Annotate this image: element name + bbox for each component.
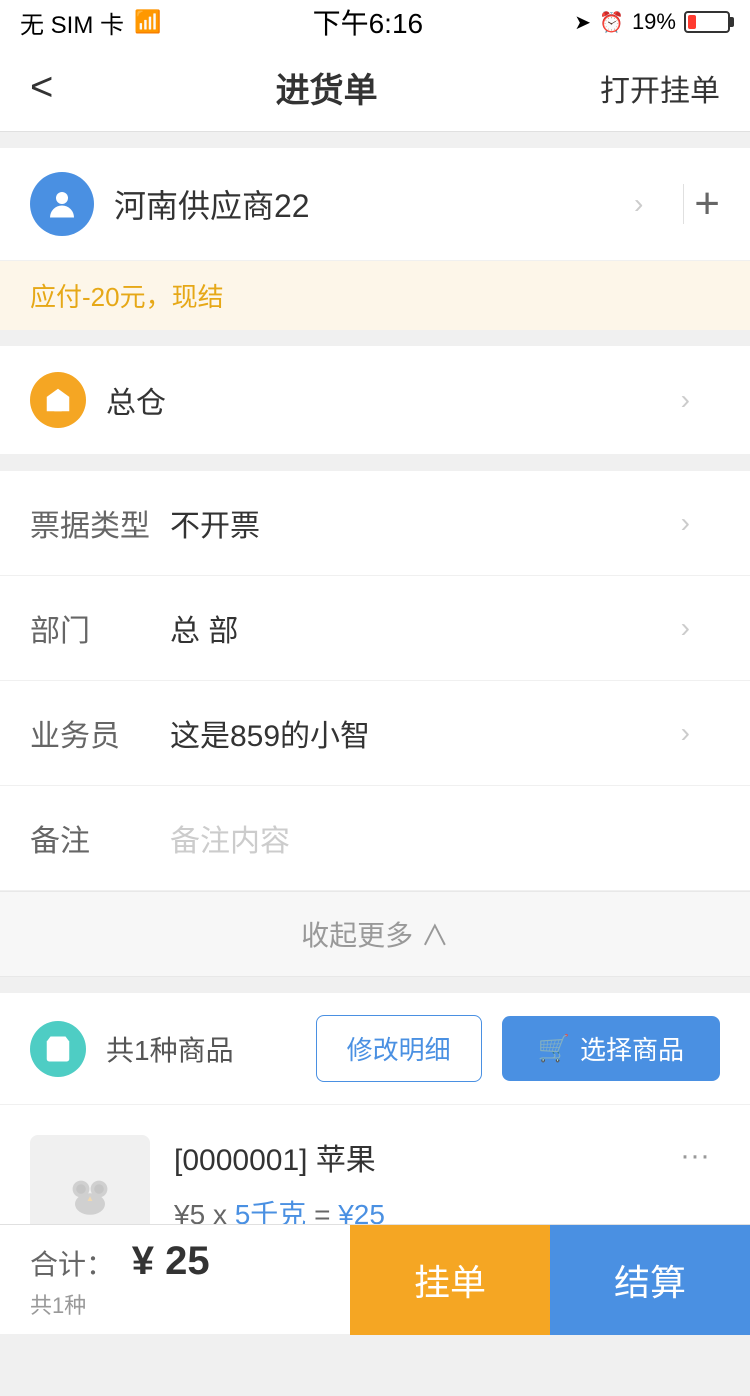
warehouse-row[interactable]: 总仓 › — [0, 346, 750, 455]
collapse-label: 收起更多 ∧ — [301, 914, 449, 954]
time-label: 下午6:16 — [313, 2, 424, 42]
page-title: 进货单 — [276, 63, 378, 112]
salesperson-chevron-icon: › — [681, 717, 690, 749]
vertical-divider — [683, 184, 684, 224]
warehouse-name: 总仓 — [106, 378, 681, 422]
department-label: 部门 — [30, 606, 170, 650]
section-gap-4 — [0, 977, 750, 993]
section-gap-2 — [0, 330, 750, 346]
back-button[interactable]: < — [30, 65, 53, 110]
remark-row[interactable]: 备注 备注内容 — [0, 786, 750, 891]
battery-percent: 19% — [632, 9, 676, 35]
product-name: [0000001] 苹果 — [174, 1135, 646, 1179]
department-value: 总 部 — [170, 606, 681, 650]
total-amount: ¥ 25 — [132, 1239, 210, 1283]
remark-input[interactable]: 备注内容 — [170, 816, 720, 860]
product-count: 共1种商品 — [106, 1029, 296, 1069]
remark-label: 备注 — [30, 816, 170, 860]
battery-icon — [684, 11, 730, 33]
status-left: 无 SIM 卡 📶 — [20, 5, 161, 40]
salesperson-label: 业务员 — [30, 711, 170, 755]
settle-button[interactable]: 结算 — [550, 1225, 750, 1335]
status-right: ➤ ⏰ 19% — [574, 9, 730, 35]
nav-bar: < 进货单 打开挂单 — [0, 44, 750, 132]
status-bar: 无 SIM 卡 📶 下午6:16 ➤ ⏰ 19% — [0, 0, 750, 44]
supplier-name: 河南供应商22 — [114, 181, 634, 227]
total-count: 共1种 — [30, 1288, 320, 1320]
section-gap-1 — [0, 132, 750, 148]
total-line: 合计： ¥ 25 — [30, 1239, 320, 1284]
invoice-chevron-icon: › — [681, 507, 690, 539]
carrier-label: 无 SIM 卡 — [20, 5, 124, 40]
invoice-type-label: 票据类型 — [30, 501, 170, 545]
supplier-section: 河南供应商22 › + 应付-20元，现结 — [0, 148, 750, 330]
person-icon — [44, 186, 80, 222]
section-gap-3 — [0, 455, 750, 471]
product-display-name: 苹果 — [316, 1144, 376, 1177]
department-chevron-icon: › — [681, 612, 690, 644]
bottom-bar: 合计： ¥ 25 共1种 挂单 结算 — [0, 1224, 750, 1334]
edit-detail-button[interactable]: 修改明细 — [316, 1015, 482, 1082]
location-icon: ➤ — [574, 10, 591, 35]
hang-button[interactable]: 挂单 — [350, 1225, 550, 1335]
product-icon — [30, 1021, 86, 1077]
product-header: 共1种商品 修改明细 🛒 选择商品 — [0, 993, 750, 1105]
total-section: 合计： ¥ 25 共1种 — [0, 1239, 350, 1320]
open-hang-button[interactable]: 打开挂单 — [600, 66, 720, 110]
alarm-icon: ⏰ — [599, 10, 624, 35]
supplier-avatar — [30, 172, 94, 236]
home-icon — [43, 385, 73, 415]
cart-icon: 🛒 — [538, 1033, 570, 1064]
select-product-button[interactable]: 🛒 选择商品 — [502, 1016, 720, 1081]
warehouse-chevron-icon: › — [681, 384, 690, 416]
chevron-right-icon: › — [634, 188, 643, 220]
form-section: 票据类型 不开票 › 部门 总 部 › 业务员 这是859的小智 › 备注 备注… — [0, 471, 750, 891]
add-supplier-button[interactable]: + — [694, 179, 720, 229]
supplier-row[interactable]: 河南供应商22 › + — [0, 148, 750, 261]
product-more-button[interactable]: ··· — [670, 1135, 720, 1177]
salesperson-value: 这是859的小智 — [170, 711, 681, 755]
owl-logo-icon — [60, 1165, 120, 1225]
bag-icon — [43, 1034, 73, 1064]
invoice-type-value: 不开票 — [170, 501, 681, 545]
product-info: [0000001] 苹果 ¥5 x 5千克 = ¥25 — [174, 1135, 646, 1233]
wifi-icon: 📶 — [134, 9, 161, 35]
total-label: 合计： — [30, 1249, 114, 1280]
payment-info: 应付-20元，现结 — [0, 261, 750, 330]
department-row[interactable]: 部门 总 部 › — [0, 576, 750, 681]
product-code: [0000001] — [174, 1144, 307, 1177]
collapse-row[interactable]: 收起更多 ∧ — [0, 891, 750, 977]
warehouse-section: 总仓 › — [0, 346, 750, 455]
invoice-type-row[interactable]: 票据类型 不开票 › — [0, 471, 750, 576]
select-product-label: 选择商品 — [580, 1030, 684, 1067]
warehouse-icon — [30, 372, 86, 428]
salesperson-row[interactable]: 业务员 这是859的小智 › — [0, 681, 750, 786]
